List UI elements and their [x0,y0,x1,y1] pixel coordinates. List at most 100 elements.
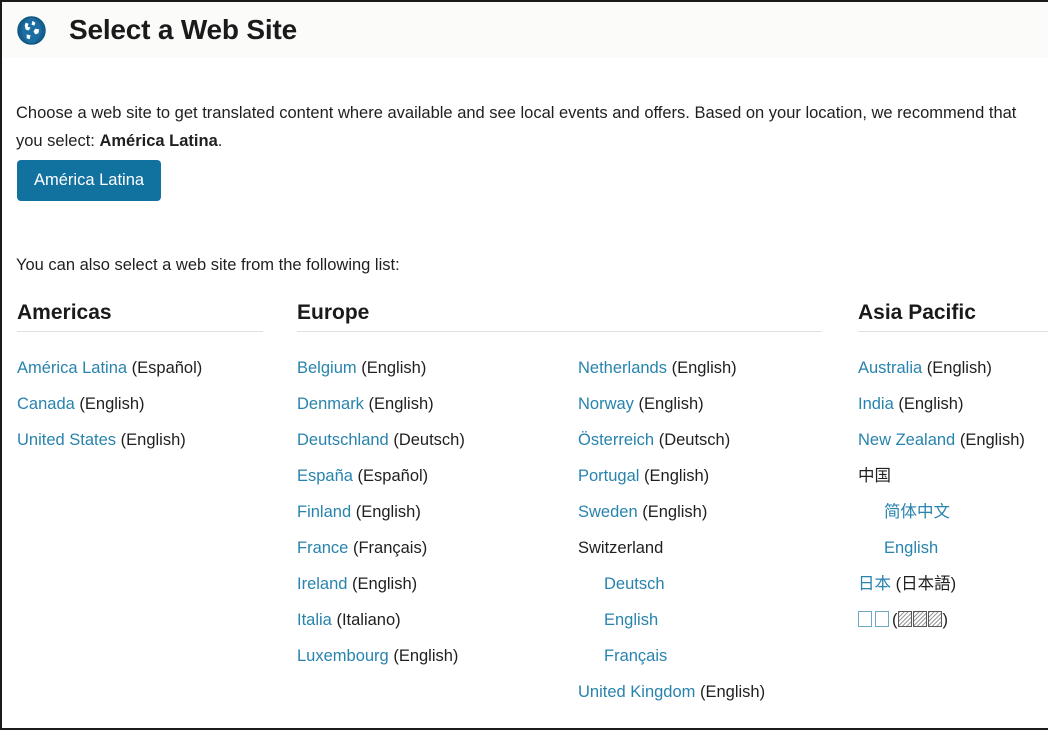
list-item[interactable]: Canada (English) [17,386,298,422]
site-link[interactable]: United Kingdom [578,683,695,701]
country-group-label: Switzerland [578,539,664,557]
site-link[interactable]: New Zealand [858,431,955,449]
list-item[interactable]: France (Français) [297,530,578,566]
language-note: (English) [356,359,427,377]
site-link[interactable]: United States [17,431,116,449]
region-europe: Europe Belgium (English) Denmark (Englis… [297,300,822,710]
site-link[interactable]: Australia [858,359,922,377]
list-item[interactable]: () [858,602,1048,638]
europe-column-2: Netherlands (English) Norway (English) Ö… [578,350,822,710]
site-link[interactable]: Portugal [578,467,639,485]
region-title-americas: Americas [17,300,263,332]
list-item[interactable]: Luxembourg (English) [297,638,578,674]
site-link[interactable]: English [604,611,658,629]
list-item[interactable]: Italia (Italiano) [297,602,578,638]
site-link[interactable]: Canada [17,395,75,413]
site-link[interactable]: Österreich [578,431,654,449]
language-note: (Deutsch) [654,431,731,449]
select-web-site-page: Select a Web Site Choose a web site to g… [0,0,1048,730]
language-note: (English) [351,503,421,521]
site-link[interactable]: Belgium [297,359,357,377]
site-link[interactable]: 简体中文 [884,503,950,521]
region-columns: Americas América Latina (Español) Canada… [2,300,1048,728]
list-item-group-label: 中国 [858,458,1048,494]
europe-column-1: Belgium (English) Denmark (English) Deut… [297,350,578,710]
recommended-site-button[interactable]: América Latina [17,160,162,201]
site-link[interactable]: Ireland [297,575,347,593]
language-note: (English) [639,467,710,485]
region-americas: Americas América Latina (Español) Canada… [17,300,263,458]
list-item[interactable]: United States (English) [17,422,298,458]
site-link[interactable]: América Latina [17,359,127,377]
site-link[interactable]: 日本 [858,575,891,593]
language-note: (English) [363,395,434,413]
list-item[interactable]: New Zealand (English) [858,422,1048,458]
list-item[interactable]: Français [578,638,822,674]
list-item[interactable]: 日本 (日本語) [858,566,1048,602]
site-link-missing-glyphs[interactable] [858,602,892,638]
language-note: (English) [633,395,704,413]
site-link[interactable]: Sweden [578,503,638,521]
region-title-europe: Europe [297,300,822,332]
also-select-label: You can also select a web site from the … [16,256,400,274]
language-note: (English) [347,575,418,593]
list-item[interactable]: Portugal (English) [578,458,822,494]
page-title: Select a Web Site [69,14,297,45]
site-link[interactable]: España [297,467,353,485]
page-header: Select a Web Site [2,2,1048,58]
language-note: (日本語) [891,575,957,593]
site-link[interactable]: Deutsch [604,575,665,593]
list-item[interactable]: Belgium (English) [297,350,578,386]
language-note: (English) [695,683,766,701]
list-item[interactable]: Österreich (Deutsch) [578,422,822,458]
site-link[interactable]: Deutschland [297,431,389,449]
list-item[interactable]: India (English) [858,386,1048,422]
list-item[interactable]: Deutschland (Deutsch) [297,422,578,458]
list-item[interactable]: Norway (English) [578,386,822,422]
list-item[interactable]: Deutsch [578,566,822,602]
list-item[interactable]: América Latina (Español) [17,350,298,386]
language-note: (English) [74,395,145,413]
region-body-asia-pacific: Australia (English) India (English) New … [858,332,1048,638]
site-link[interactable]: Norway [578,395,634,413]
list-item[interactable]: Finland (English) [297,494,578,530]
site-link[interactable]: Italia [297,611,332,629]
language-note-missing-glyphs: () [892,611,948,629]
americas-column-1: América Latina (Español) Canada (English… [17,350,298,458]
region-body-americas: América Latina (Español) Canada (English… [17,332,263,458]
list-item[interactable]: English [858,530,1048,566]
site-link[interactable]: Denmark [297,395,364,413]
intro-text-after: . [217,131,223,150]
language-note: (English) [116,431,186,449]
list-item[interactable]: United Kingdom (English) [578,674,822,710]
site-link[interactable]: Netherlands [578,359,667,377]
list-item[interactable]: Sweden (English) [578,494,822,530]
language-note: (Español) [352,467,429,485]
site-link[interactable]: France [297,539,348,557]
site-link[interactable]: Finland [297,503,351,521]
asia-pacific-column-1: Australia (English) India (English) New … [858,350,1048,638]
globe-icon [16,15,47,46]
language-note: (Italiano) [331,611,401,629]
language-note: (English) [388,647,459,665]
site-link[interactable]: India [858,395,894,413]
list-item[interactable]: Ireland (English) [297,566,578,602]
region-body-europe: Belgium (English) Denmark (English) Deut… [297,332,822,710]
language-note: (Deutsch) [388,431,465,449]
list-item[interactable]: Netherlands (English) [578,350,822,386]
language-note: (English) [637,503,708,521]
site-link[interactable]: Luxembourg [297,647,389,665]
list-item[interactable]: Denmark (English) [297,386,578,422]
list-item[interactable]: Australia (English) [858,350,1048,386]
language-note: (English) [922,359,992,377]
region-asia-pacific: Asia Pacific Australia (English) India (… [858,300,1048,638]
list-item[interactable]: 简体中文 [858,494,1048,530]
language-note: (English) [893,395,964,413]
site-link[interactable]: Français [604,647,667,665]
language-note: (Français) [348,539,428,557]
region-title-asia-pacific: Asia Pacific [858,300,1048,332]
country-group-label: 中国 [858,467,891,485]
list-item[interactable]: España (Español) [297,458,578,494]
list-item[interactable]: English [578,602,822,638]
site-link[interactable]: English [884,539,938,557]
